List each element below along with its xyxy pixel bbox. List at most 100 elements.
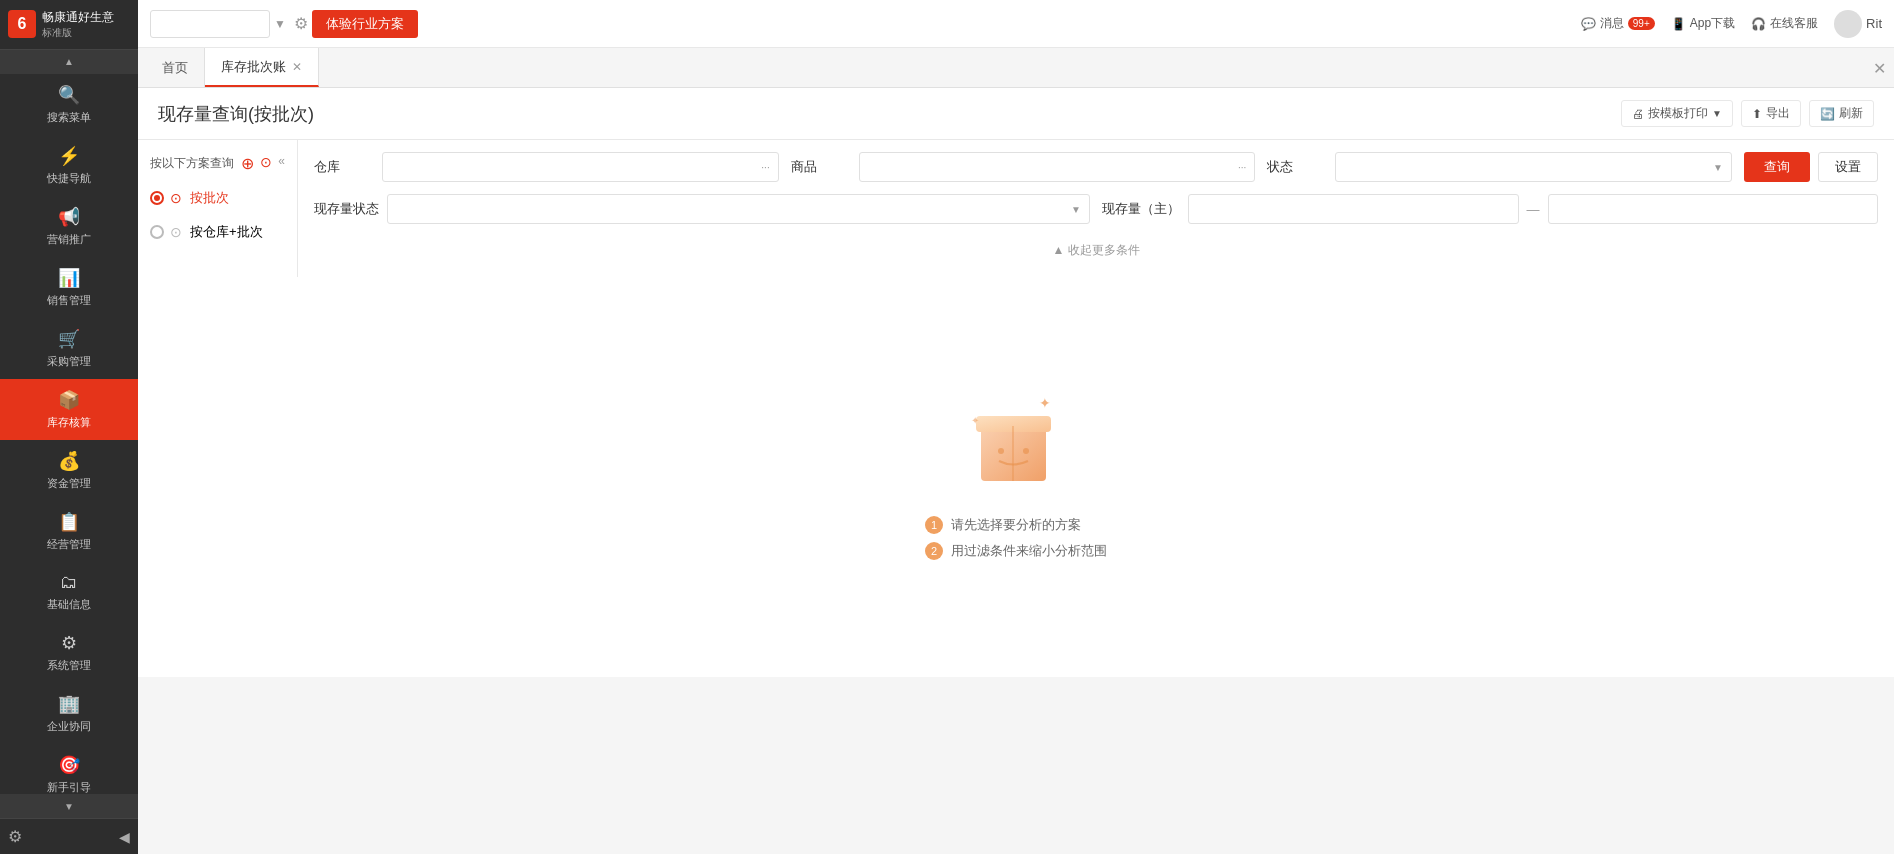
collapse-row[interactable]: ▲ 收起更多条件	[314, 236, 1878, 265]
service-icon: 🎧	[1751, 17, 1766, 31]
filter-add-icon[interactable]: ⊕	[241, 154, 254, 173]
sidebar-item-operation[interactable]: 📋 经营管理	[0, 501, 138, 562]
main-area: ▼ ⚙ 体验行业方案 💬 消息 99+ 📱 App下载 🎧 在线客服	[138, 0, 1894, 854]
app-download-icon: 📱	[1671, 17, 1686, 31]
user-avatar	[1834, 10, 1862, 38]
search-icon: 🔍	[58, 84, 80, 106]
topnav-user[interactable]: Rit	[1834, 10, 1882, 38]
sidebar-item-basic[interactable]: 🗂 基础信息	[0, 562, 138, 622]
print-icon: 🖨	[1632, 107, 1644, 121]
topnav-online-service[interactable]: 🎧 在线客服	[1751, 15, 1818, 32]
tab-inventory-batch[interactable]: 库存批次账 ✕	[205, 48, 319, 87]
inventory-qty-field: 现存量（主） —	[1102, 194, 1878, 224]
inventory-status-select[interactable]: ▼	[387, 194, 1090, 224]
print-button[interactable]: 🖨 按模板打印 ▼	[1621, 100, 1733, 127]
warehouse-more-icon: ···	[761, 162, 769, 173]
filter-radio-batch	[150, 191, 164, 205]
query-actions: 查询 设置	[1744, 152, 1878, 182]
inventory-qty-to[interactable]	[1548, 194, 1879, 224]
empty-state: ✦ ✦ 1 请先选择要分析的方案 2 用过滤条件来缩	[138, 277, 1894, 677]
filter-row-1: 仓库 ··· 商品 ···	[314, 152, 1878, 182]
tab-close-right[interactable]: ✕	[1873, 58, 1886, 77]
topnav-settings-icon[interactable]: ⚙	[294, 14, 308, 33]
empty-hints: 1 请先选择要分析的方案 2 用过滤条件来缩小分析范围	[925, 516, 1107, 568]
export-icon: ⬆	[1752, 107, 1762, 121]
enterprise-icon: 🏢	[58, 693, 80, 715]
basic-icon: 🗂	[60, 572, 78, 593]
filter-option-warehouse-batch[interactable]: ⊙ 按仓库+批次	[138, 215, 297, 249]
sidebar-item-finance[interactable]: 💰 资金管理	[0, 440, 138, 501]
operation-icon: 📋	[58, 511, 80, 533]
settings-icon[interactable]: ⚙	[8, 827, 22, 846]
sidebar-item-shortcut[interactable]: ⚡ 快捷导航	[0, 135, 138, 196]
collapse-icon: ▲	[1052, 243, 1067, 257]
topnav-search: ▼	[150, 10, 286, 38]
topnav-messages[interactable]: 💬 消息 99+	[1581, 15, 1655, 32]
sidebar-scroll-up[interactable]: ▲	[0, 50, 138, 74]
topnav-app-download[interactable]: 📱 App下载	[1671, 15, 1735, 32]
sidebar-bottom: ⚙ ◀	[0, 818, 138, 854]
tabbar: 首页 库存批次账 ✕ ✕	[138, 48, 1894, 88]
svg-point-5	[998, 448, 1004, 454]
refresh-icon: 🔄	[1820, 107, 1835, 121]
sidebar-item-marketing[interactable]: 📢 营销推广	[0, 196, 138, 257]
filter-collapse-icon[interactable]: «	[278, 154, 285, 173]
topnav-search-input[interactable]	[150, 10, 270, 38]
sidebar-item-inventory[interactable]: 📦 库存核算	[0, 379, 138, 440]
sidebar-scroll: 🔍 搜索菜单 ⚡ 快捷导航 📢 营销推广 📊 销售管理 🛒 采购管理 📦	[0, 74, 138, 794]
page-title: 现存量查询(按批次)	[158, 102, 314, 126]
app-title: 畅康通好生意 标准版	[42, 10, 114, 39]
content: 现存量查询(按批次) 🖨 按模板打印 ▼ ⬆ 导出 🔄 刷新	[138, 88, 1894, 854]
warehouse-input[interactable]: ···	[382, 152, 779, 182]
inventory-status-field: 现存量状态 ▼	[314, 194, 1090, 224]
sidebar-scroll-down[interactable]: ▼	[0, 794, 138, 818]
newbie-icon: 🎯	[58, 754, 80, 776]
filter-settings-icon[interactable]: ⊙	[260, 154, 272, 173]
messages-icon: 💬	[1581, 17, 1596, 31]
sidebar-item-system[interactable]: ⚙ 系统管理	[0, 622, 138, 683]
tab-home[interactable]: 首页	[146, 48, 205, 87]
sidebar-item-search[interactable]: 🔍 搜索菜单	[0, 74, 138, 135]
refresh-button[interactable]: 🔄 刷新	[1809, 100, 1874, 127]
filter-area: 按以下方案查询 ⊕ ⊙ « ⊙ 按批次 ⊙	[138, 140, 1894, 277]
filter-radio-warehouse-batch	[150, 225, 164, 239]
print-dropdown-icon[interactable]: ▼	[1712, 108, 1722, 119]
status-field: 状态 ▼	[1267, 152, 1732, 182]
empty-svg: ✦ ✦	[961, 386, 1071, 496]
topnav-dropdown-icon[interactable]: ▼	[274, 17, 286, 31]
query-button[interactable]: 查询	[1744, 152, 1810, 182]
svg-text:✦: ✦	[1039, 395, 1051, 411]
purchase-icon: 🛒	[58, 328, 80, 350]
page-header: 现存量查询(按批次) 🖨 按模板打印 ▼ ⬆ 导出 🔄 刷新	[138, 88, 1894, 140]
tab-close-button[interactable]: ✕	[292, 60, 302, 74]
filter-option-batch[interactable]: ⊙ 按批次	[138, 181, 297, 215]
status-dropdown-icon: ▼	[1713, 162, 1723, 173]
product-input[interactable]: ···	[859, 152, 1256, 182]
status-select[interactable]: ▼	[1335, 152, 1732, 182]
app-logo: 6	[8, 10, 36, 38]
inventory-qty-from[interactable]	[1188, 194, 1519, 224]
sidebar: 6 畅康通好生意 标准版 ▲ 🔍 搜索菜单 ⚡ 快捷导航 📢 营销推广	[0, 0, 138, 854]
collapse-sidebar-icon[interactable]: ◀	[119, 829, 130, 845]
topnav-actions: 💬 消息 99+ 📱 App下载 🎧 在线客服 Rit	[1581, 10, 1882, 38]
sidebar-item-sales[interactable]: 📊 销售管理	[0, 257, 138, 318]
filter-row-2: 现存量状态 ▼ 现存量（主） —	[314, 194, 1878, 224]
product-field: 商品 ···	[791, 152, 1256, 182]
export-button[interactable]: ⬆ 导出	[1741, 100, 1801, 127]
empty-icon: ✦ ✦	[961, 386, 1071, 496]
sidebar-item-purchase[interactable]: 🛒 采购管理	[0, 318, 138, 379]
filter-sidebar-header: 按以下方案查询 ⊕ ⊙ «	[138, 150, 297, 181]
marketing-icon: 📢	[58, 206, 80, 228]
sidebar-item-newbie[interactable]: 🎯 新手引导	[0, 744, 138, 794]
warehouse-field: 仓库 ···	[314, 152, 779, 182]
trial-button[interactable]: 体验行业方案	[312, 10, 418, 38]
empty-hint-2: 2 用过滤条件来缩小分析范围	[925, 542, 1107, 560]
user-name: Rit	[1866, 16, 1882, 31]
system-icon: ⚙	[61, 632, 77, 654]
empty-hint-1: 1 请先选择要分析的方案	[925, 516, 1107, 534]
settings-button[interactable]: 设置	[1818, 152, 1878, 182]
sidebar-item-enterprise[interactable]: 🏢 企业协同	[0, 683, 138, 744]
sidebar-header: 6 畅康通好生意 标准版	[0, 0, 138, 50]
filter-fields: 仓库 ··· 商品 ···	[298, 140, 1894, 277]
svg-point-6	[1023, 448, 1029, 454]
